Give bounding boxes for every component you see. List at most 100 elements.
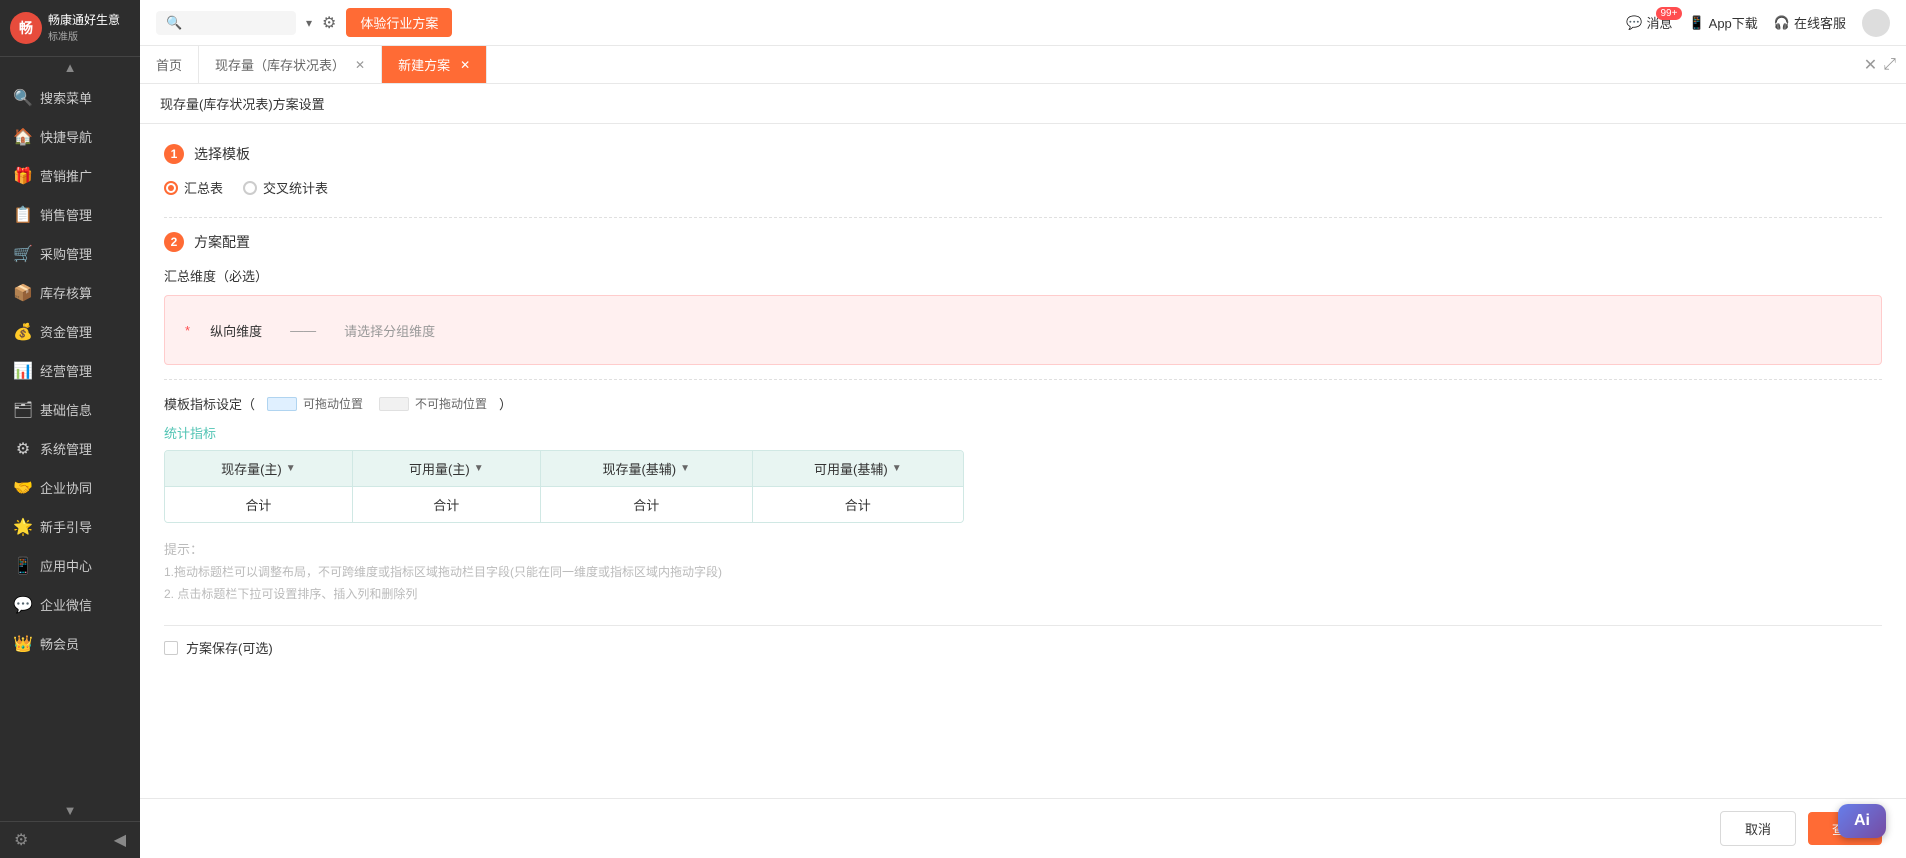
sidebar-icon-search: 🔍 [14,89,32,107]
sidebar-label-search: 搜索菜单 [40,88,92,107]
collapse-icon[interactable]: ◀ [114,830,126,850]
legend-fixed: 不可拖动位置 [379,395,487,412]
ai-float-button[interactable]: Ai [1838,804,1886,838]
sidebar-icon-basic: 🗂 [14,401,32,419]
trial-btn[interactable]: 体验行业方案 [346,8,452,37]
tab-new-scheme-close[interactable]: ✕ [460,58,470,72]
sidebar-scroll-down[interactable]: ▼ [0,800,140,821]
indicator-legend: 可拖动位置 不可拖动位置 [267,395,487,412]
sidebar-logo: 畅 畅康通好生意 标准版 [0,0,140,57]
radio-cross-dot [243,181,257,195]
tab-new-scheme[interactable]: 新建方案 ✕ [382,46,487,83]
stats-col-header-3[interactable]: 可用量(基辅) ▼ [752,451,963,487]
step1-section: 1 选择模板 汇总表 交叉统计表 [164,144,1882,197]
sidebar-item-member[interactable]: 👑 畅会员 [0,624,140,663]
message-btn[interactable]: 💬 消息 99+ [1626,13,1672,32]
sidebar-item-guide[interactable]: 🌟 新手引导 [0,507,140,546]
sidebar-label-enterprise: 企业协同 [40,478,92,497]
app-download-btn[interactable]: 📱 App下载 [1688,13,1757,32]
step2-title: 方案配置 [194,232,250,252]
sidebar-item-business[interactable]: 📊 经营管理 [0,351,140,390]
sidebar-item-enterprise[interactable]: 🤝 企业协同 [0,468,140,507]
col-chevron-3: ▼ [892,463,902,474]
sidebar-item-marketing[interactable]: 🎁 营销推广 [0,156,140,195]
legend-fixed-label: 不可拖动位置 [415,395,487,412]
stats-label: 统计指标 [164,423,1882,442]
sidebar-item-quicknav[interactable]: 🏠 快捷导航 [0,117,140,156]
sidebar-item-inventory[interactable]: 📦 库存核算 [0,273,140,312]
col-dropdown-2[interactable]: 现存量(基辅) ▼ [602,459,690,478]
save-option: 方案保存(可选) [164,625,1882,669]
save-label: 方案保存(可选) [186,638,273,657]
tab-home[interactable]: 首页 [140,46,199,83]
col-dropdown-3[interactable]: 可用量(基辅) ▼ [814,459,902,478]
sidebar-label-appstore: 应用中心 [40,556,92,575]
sidebar-item-search[interactable]: 🔍 搜索菜单 [0,78,140,117]
stats-col-cell-1: 合计 [352,487,540,523]
topbar-search-box[interactable]: 🔍 [156,11,296,35]
stats-col-cell-0: 合计 [165,487,352,523]
sidebar-item-basic[interactable]: 🗂 基础信息 [0,390,140,429]
radio-summary-dot [164,181,178,195]
topbar: 🔍 ▾ ⚙ 体验行业方案 💬 消息 99+ 📱 App下载 🎧 [140,0,1906,46]
radio-cross[interactable]: 交叉统计表 [243,178,328,197]
stats-col-header-2[interactable]: 现存量(基辅) ▼ [540,451,752,487]
app-name: 畅康通好生意 [48,13,120,29]
sidebar-icon-enterprise: 🤝 [14,479,32,497]
search-icon: 🔍 [166,15,182,31]
cancel-button[interactable]: 取消 [1720,811,1796,846]
col-dropdown-0[interactable]: 现存量(主) ▼ [221,459,296,478]
tab-inventory-close[interactable]: ✕ [355,58,365,72]
topbar-gear-icon[interactable]: ⚙ [322,13,336,33]
sidebar-icon-marketing: 🎁 [14,167,32,185]
dim-placeholder: 请选择分组维度 [344,321,435,340]
stats-col-header-0[interactable]: 现存量(主) ▼ [165,451,352,487]
dim-required-mark: * [185,323,190,338]
message-badge: 99+ [1656,7,1683,20]
tab-inventory-status[interactable]: 现存量（库存状况表） ✕ [199,46,382,83]
col-chevron-0: ▼ [286,463,296,474]
tabs-bar: 首页 现存量（库存状况表） ✕ 新建方案 ✕ ✕ ⤢ [140,46,1906,84]
sidebar-icon-sales: 📋 [14,206,32,224]
sidebar-item-purchase[interactable]: 🛒 采购管理 [0,234,140,273]
col-chevron-2: ▼ [680,463,690,474]
sidebar-label-inventory: 库存核算 [40,283,92,302]
sidebar-label-business: 经营管理 [40,361,92,380]
sidebar: 畅 畅康通好生意 标准版 ▲ 🔍 搜索菜单 🏠 快捷导航 🎁 营销推广 📋 销售… [0,0,140,858]
col-dropdown-1[interactable]: 可用量(主) ▼ [409,459,484,478]
online-service-btn[interactable]: 🎧 在线客服 [1774,13,1846,32]
sidebar-item-sales[interactable]: 📋 销售管理 [0,195,140,234]
radio-summary[interactable]: 汇总表 [164,178,223,197]
stats-col-cell-3: 合计 [752,487,963,523]
user-avatar[interactable] [1862,9,1890,37]
expand-icon[interactable]: ⤢ [1883,56,1896,74]
page-header: 现存量(库存状况表)方案设置 [140,84,1906,124]
sidebar-label-purchase: 采购管理 [40,244,92,263]
indicator-setting-label: 模板指标设定（ [164,394,255,413]
search-input[interactable] [188,16,288,30]
sidebar-item-finance[interactable]: 💰 资金管理 [0,312,140,351]
step2-section: 2 方案配置 汇总维度（必选） * 纵向维度 —— 请选择分组维度 模板指标设定… [164,232,1882,605]
sidebar-icon-system: ⚙ [14,440,32,458]
save-checkbox[interactable] [164,641,178,655]
sidebar-scroll-up[interactable]: ▲ [0,57,140,78]
sidebar-item-system[interactable]: ⚙ 系统管理 [0,429,140,468]
sidebar-item-appstore[interactable]: 📱 应用中心 [0,546,140,585]
sidebar-icon-finance: 💰 [14,323,32,341]
topbar-dropdown[interactable]: ▾ [306,16,312,30]
dim-area[interactable]: * 纵向维度 —— 请选择分组维度 [164,295,1882,365]
sidebar-label-system: 系统管理 [40,439,92,458]
tab-inventory-label: 现存量（库存状况表） [215,55,345,74]
settings-icon[interactable]: ⚙ [14,830,28,850]
stats-table-body-row: 合计合计合计合计 [165,487,963,523]
stats-col-header-1[interactable]: 可用量(主) ▼ [352,451,540,487]
step2-header: 2 方案配置 [164,232,1882,252]
close-window-icon[interactable]: ✕ [1864,55,1877,75]
sidebar-label-quicknav: 快捷导航 [40,127,92,146]
headset-icon: 🎧 [1774,15,1790,31]
sidebar-icon-quicknav: 🏠 [14,128,32,146]
sidebar-icon-business: 📊 [14,362,32,380]
sidebar-item-wechat[interactable]: 💬 企业微信 [0,585,140,624]
topbar-right: 💬 消息 99+ 📱 App下载 🎧 在线客服 [1626,9,1890,37]
tips-item-1: 1.拖动标题栏可以调整布局，不可跨维度或指标区域拖动栏目字段(只能在同一维度或指… [164,562,1882,584]
